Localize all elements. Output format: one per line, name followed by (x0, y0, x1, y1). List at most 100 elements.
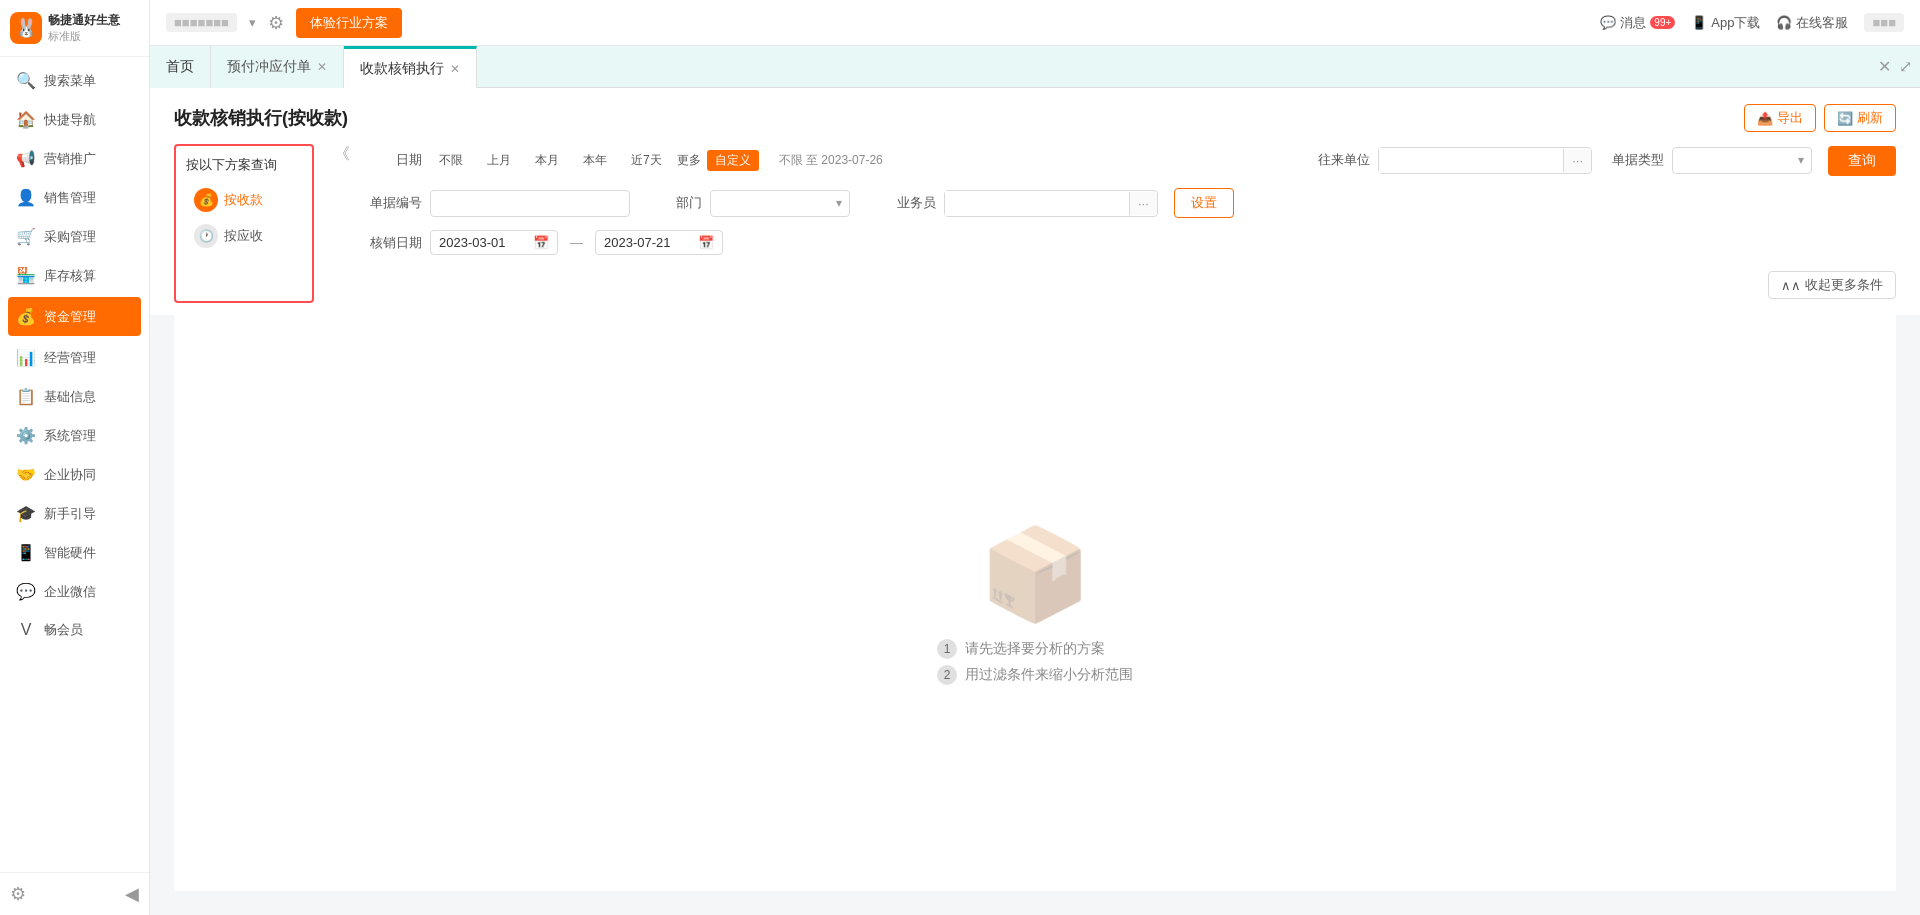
verify-date-start-cal-icon[interactable]: 📅 (533, 235, 549, 250)
verify-date-start-wrapper: 📅 (430, 230, 558, 255)
tab-prepay-reconcile[interactable]: 预付冲应付单 ✕ (211, 46, 344, 88)
industry-btn[interactable]: 体验行业方案 (296, 8, 402, 38)
topbar-right: 💬 消息 99+ 📱 App下载 🎧 在线客服 ■■■ (1600, 13, 1904, 32)
doc-no-label: 单据编号 (366, 194, 422, 212)
sidebar-item-purchase[interactable]: 🛒 采购管理 (0, 217, 149, 256)
partner-label: 往来单位 (1314, 151, 1370, 169)
date-last-7-btn[interactable]: 近7天 (622, 148, 671, 173)
filter-row-2: 单据编号 部门 业务员 (366, 188, 1896, 218)
sidebar-item-weixin[interactable]: 💬 企业微信 (0, 572, 149, 611)
empty-hint-2: 2 用过滤条件来缩小分析范围 (937, 665, 1133, 685)
sidebar-item-label: 销售管理 (44, 189, 96, 207)
sidebar-item-guide[interactable]: 🎓 新手引导 (0, 494, 149, 533)
employee-input[interactable] (945, 191, 1129, 216)
tab-receipt-reconcile[interactable]: 收款核销执行 ✕ (344, 46, 477, 88)
date-this-month-btn[interactable]: 本月 (526, 148, 568, 173)
tabbar: 首页 预付冲应付单 ✕ 收款核销执行 ✕ ✕ ⤢ (150, 46, 1920, 88)
sidebar-item-enterprise[interactable]: 🤝 企业协同 (0, 455, 149, 494)
query-by-receivable[interactable]: 🕐 按应收 (186, 218, 302, 254)
sidebar-item-label: 基础信息 (44, 388, 96, 406)
vip-icon: V (16, 621, 36, 639)
footer-settings-btn[interactable]: ⚙ (10, 883, 26, 905)
tab-prepay-close-icon[interactable]: ✕ (317, 60, 327, 74)
sidebar-item-hardware[interactable]: 📱 智能硬件 (0, 533, 149, 572)
topbar-settings-icon[interactable]: ⚙ (268, 12, 284, 34)
doc-type-select[interactable] (1672, 147, 1812, 174)
query-by-receipt[interactable]: 💰 按收款 (186, 182, 302, 218)
marketing-icon: 📢 (16, 149, 36, 168)
enterprise-icon: 🤝 (16, 465, 36, 484)
date-more-btn[interactable]: 更多 (677, 152, 701, 169)
date-custom-btn[interactable]: 自定义 (707, 150, 759, 171)
date-last-month-btn[interactable]: 上月 (478, 148, 520, 173)
hint-text-1: 请先选择要分析的方案 (965, 640, 1105, 658)
message-btn[interactable]: 💬 消息 99+ (1600, 14, 1675, 32)
sidebar-item-sales[interactable]: 👤 销售管理 (0, 178, 149, 217)
filter-doc-type: 单据类型 (1608, 147, 1812, 174)
sidebar-item-label: 资金管理 (44, 308, 96, 326)
topbar: ■■■■■■■ ▾ ⚙ 体验行业方案 💬 消息 99+ 📱 App下载 🎧 在线… (150, 0, 1920, 46)
sidebar-item-management[interactable]: 📊 经营管理 (0, 338, 149, 377)
sidebar-item-label: 企业微信 (44, 583, 96, 601)
query-btn[interactable]: 查询 (1828, 146, 1896, 176)
tab-home[interactable]: 首页 (150, 46, 211, 88)
filter-partner: 往来单位 ··· (1314, 147, 1592, 174)
finance-icon: 💰 (16, 307, 36, 326)
settings-btn[interactable]: 设置 (1174, 188, 1234, 218)
receipt-option-icon: 💰 (194, 188, 218, 212)
sidebar-item-label: 系统管理 (44, 427, 96, 445)
system-icon: ⚙️ (16, 426, 36, 445)
employee-label: 业务员 (866, 194, 936, 212)
online-service-btn[interactable]: 🎧 在线客服 (1776, 14, 1848, 32)
sidebar-item-quick-nav[interactable]: 🏠 快捷导航 (0, 100, 149, 139)
tab-home-label: 首页 (166, 58, 194, 76)
tab-close-all-icon[interactable]: ✕ (1878, 57, 1891, 76)
empty-state: 📦 1 请先选择要分析的方案 2 用过滤条件来缩小分析范围 (174, 315, 1896, 891)
sales-icon: 👤 (16, 188, 36, 207)
verify-date-end-input[interactable] (604, 235, 694, 250)
sidebar-item-finance[interactable]: 💰 资金管理 (8, 297, 141, 336)
doc-no-input[interactable] (430, 190, 630, 217)
date-this-year-btn[interactable]: 本年 (574, 148, 616, 173)
receipt-option-label: 按收款 (224, 191, 263, 209)
main-area: ■■■■■■■ ▾ ⚙ 体验行业方案 💬 消息 99+ 📱 App下载 🎧 在线… (150, 0, 1920, 915)
partner-input-wrapper: ··· (1378, 147, 1592, 174)
sidebar-item-label: 营销推广 (44, 150, 96, 168)
collapse-icon: ∧∧ (1781, 278, 1801, 293)
user-name: ■■■ (1864, 13, 1904, 32)
verify-date-separator: — (570, 235, 583, 250)
sidebar-item-basic-info[interactable]: 📋 基础信息 (0, 377, 149, 416)
empty-hints: 1 请先选择要分析的方案 2 用过滤条件来缩小分析范围 (937, 639, 1133, 685)
date-filters: 不限 上月 本月 本年 近7天 更多 自定义 (430, 148, 759, 173)
partner-input[interactable] (1379, 148, 1563, 173)
refresh-btn[interactable]: 🔄 刷新 (1824, 104, 1896, 132)
collapse-conditions-btn[interactable]: ∧∧ 收起更多条件 (1768, 271, 1896, 299)
dept-select[interactable] (710, 190, 850, 217)
sidebar-item-search[interactable]: 🔍 搜索菜单 (0, 61, 149, 100)
employee-ellipsis-btn[interactable]: ··· (1129, 192, 1157, 215)
sidebar-item-label: 搜索菜单 (44, 72, 96, 90)
sidebar-item-system[interactable]: ⚙️ 系统管理 (0, 416, 149, 455)
verify-date-end-cal-icon[interactable]: 📅 (698, 235, 714, 250)
verify-date-start-input[interactable] (439, 235, 529, 250)
tab-expand-icon[interactable]: ⤢ (1899, 57, 1912, 76)
date-label: 日期 (366, 151, 422, 169)
verify-date-label: 核销日期 (366, 234, 422, 252)
filter-employee: 业务员 ··· (866, 190, 1158, 217)
topbar-brand: ■■■■■■■ (166, 13, 237, 32)
service-icon: 🎧 (1776, 15, 1792, 30)
export-btn[interactable]: 📤 导出 (1744, 104, 1816, 132)
panel-collapse-btn[interactable]: 《 (334, 144, 350, 303)
tab-receipt-close-icon[interactable]: ✕ (450, 62, 460, 76)
partner-ellipsis-btn[interactable]: ··· (1563, 149, 1591, 172)
sidebar-item-vip[interactable]: V 畅会员 (0, 611, 149, 649)
app-download-btn[interactable]: 📱 App下载 (1691, 14, 1760, 32)
sidebar-item-inventory[interactable]: 🏪 库存核算 (0, 256, 149, 295)
topbar-dropdown-icon[interactable]: ▾ (249, 15, 256, 30)
date-no-limit-btn[interactable]: 不限 (430, 148, 472, 173)
footer-collapse-btn[interactable]: ◀ (125, 883, 139, 905)
refresh-label: 刷新 (1857, 109, 1883, 127)
sidebar-item-label: 采购管理 (44, 228, 96, 246)
sidebar-item-marketing[interactable]: 📢 营销推广 (0, 139, 149, 178)
filter-date: 日期 不限 上月 本月 本年 近7天 更多 自定义 (366, 148, 759, 173)
